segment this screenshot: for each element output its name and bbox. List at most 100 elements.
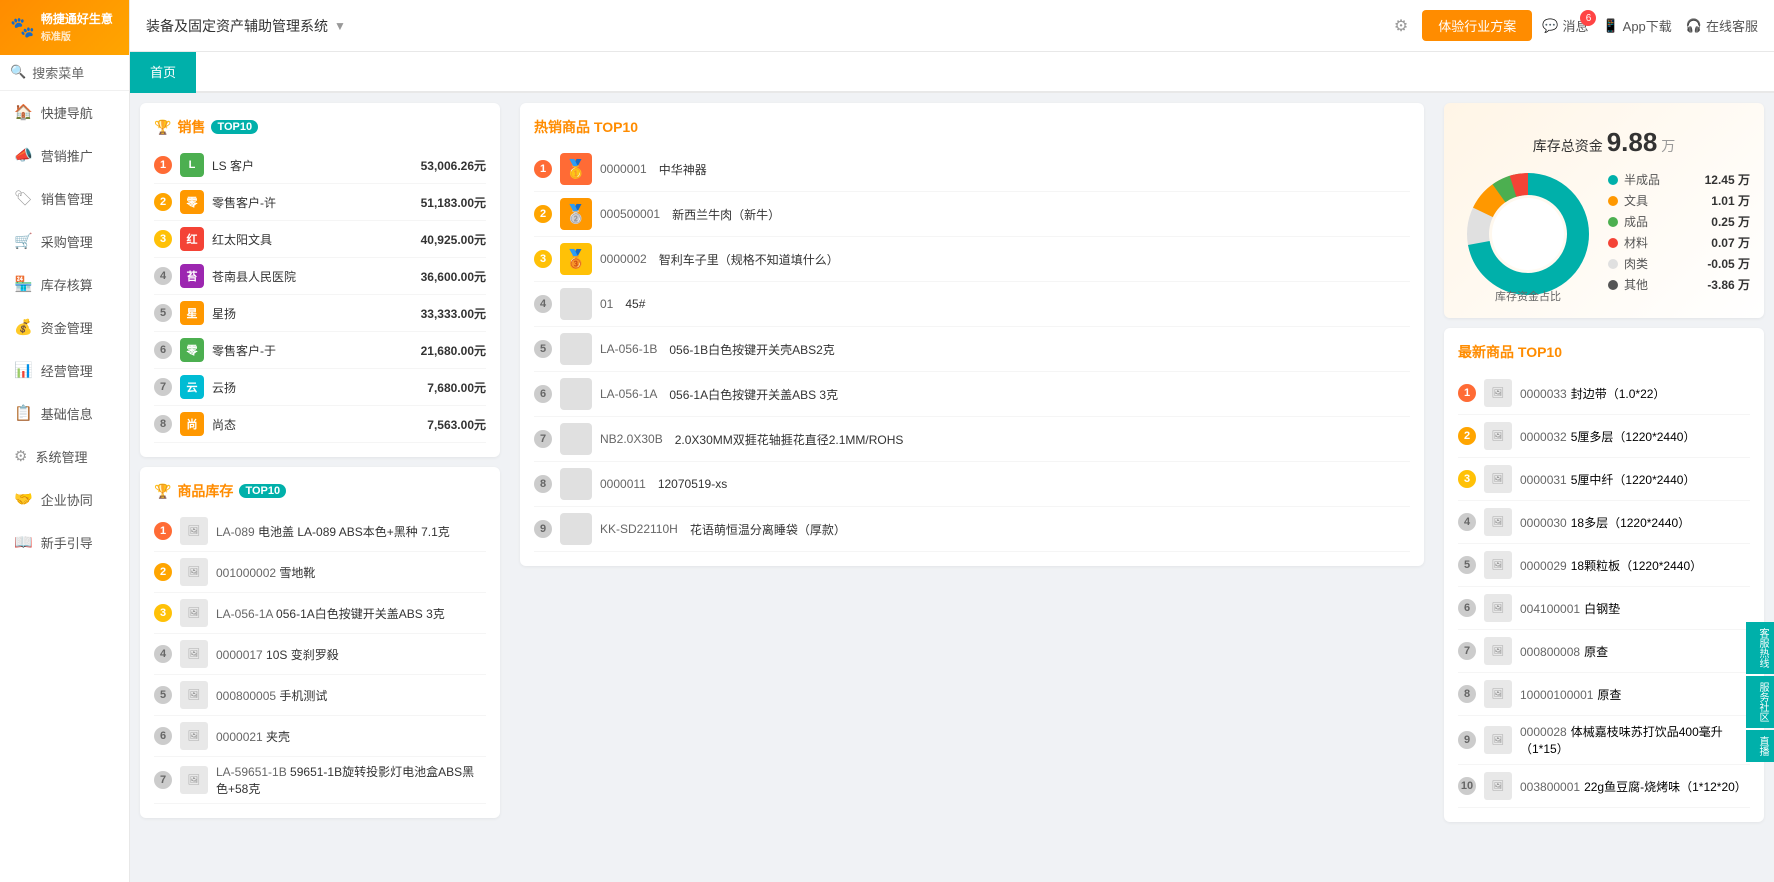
- product-thumb: 🖼: [180, 722, 208, 750]
- msg-btn[interactable]: 💬 消息 6: [1542, 16, 1588, 35]
- list-item: 5 🖼 000800005 手机测试: [154, 675, 486, 716]
- latest-products-title: 最新商品 TOP10: [1458, 342, 1750, 362]
- product-name: 12070519-xs: [658, 477, 727, 491]
- list-item: 3 🖼 LA-056-1A 056-1A白色按键开关盖ABS 3克: [154, 593, 486, 634]
- rank-num: 7: [1458, 642, 1476, 660]
- latest-product-item: 2 🖼 00000325厘多层（1220*2440）: [1458, 415, 1750, 458]
- product-thumb: [560, 378, 592, 410]
- customer-value: 40,925.00元: [421, 231, 486, 248]
- latest-product-item: 10 🖼 00380000122g鱼豆腐-烧烤味（1*12*20）: [1458, 765, 1750, 808]
- customer-value: 7,680.00元: [427, 379, 486, 396]
- nav-icon-operations: 📊: [14, 361, 33, 379]
- system-dropdown[interactable]: ▼: [334, 19, 346, 33]
- product-code: LA-056-1A: [600, 387, 657, 401]
- float-btn-service[interactable]: 客服热线: [1746, 622, 1774, 674]
- legend-name: 肉类: [1624, 255, 1701, 272]
- product-info: 001000002 雪地靴: [216, 564, 486, 581]
- product-name: 智利车子里（规格不知道填什么）: [659, 251, 839, 268]
- sidebar-item-system[interactable]: ⚙ 系统管理: [0, 435, 129, 478]
- legend-dot: [1608, 238, 1618, 248]
- sidebar-item-label: 采购管理: [41, 232, 93, 251]
- search-menu[interactable]: 🔍 搜索菜单: [0, 55, 129, 91]
- sidebar-item-finance[interactable]: 💰 资金管理: [0, 306, 129, 349]
- list-item: 7 云 云扬 7,680.00元: [154, 369, 486, 406]
- rank-num: 3: [1458, 470, 1476, 488]
- product-info: LA-056-1A 056-1A白色按键开关盖ABS 3克: [216, 605, 486, 622]
- topbar-right: 💬 消息 6 📱 App下载 🎧 在线客服: [1542, 16, 1758, 35]
- hot-product-item: 3 🥉 0000002 智利车子里（规格不知道填什么）: [534, 237, 1410, 282]
- latest-product-item: 8 🖼 10000100001原查: [1458, 673, 1750, 716]
- product-code: 000500001: [600, 207, 660, 221]
- gear-icon[interactable]: ⚙: [1394, 16, 1408, 36]
- sidebar-item-basics[interactable]: 📋 基础信息: [0, 392, 129, 435]
- msg-icon: 💬: [1542, 18, 1558, 34]
- sidebar-item-label: 销售管理: [41, 189, 93, 208]
- legend-val: 0.07 万: [1711, 234, 1750, 251]
- float-btn-community[interactable]: 服务社区: [1746, 676, 1774, 728]
- tab-home[interactable]: 首页: [130, 52, 196, 93]
- latest-product-item: 7 🖼 000800008原查: [1458, 630, 1750, 673]
- product-code: 01: [600, 297, 613, 311]
- legend-item: 肉类 -0.05 万: [1608, 255, 1750, 272]
- product-thumb: 🖼: [180, 517, 208, 545]
- sidebar-item-operations[interactable]: 📊 经营管理: [0, 349, 129, 392]
- legend-val: -3.86 万: [1707, 276, 1750, 293]
- customer-value: 53,006.26元: [421, 157, 486, 174]
- inventory-top-title: 🏆 商品库存 TOP10: [154, 481, 486, 501]
- product-info: 000003018多层（1220*2440）: [1520, 514, 1690, 531]
- rank-num: 3: [534, 250, 552, 268]
- nav-icon-sales: 🏷: [14, 189, 33, 207]
- sidebar-item-guide[interactable]: 📖 新手引导: [0, 521, 129, 564]
- product-thumb: 🖼: [1484, 772, 1512, 800]
- rank-num: 9: [1458, 731, 1476, 749]
- avatar: 尚: [180, 412, 204, 436]
- trial-btn[interactable]: 体验行业方案: [1422, 10, 1532, 41]
- sidebar-item-sales[interactable]: 🏷 销售管理: [0, 177, 129, 220]
- rank-num: 6: [1458, 599, 1476, 617]
- sidebar-item-quick-nav[interactable]: 🏠 快捷导航: [0, 91, 129, 134]
- avatar: 云: [180, 375, 204, 399]
- list-item: 1 L LS 客户 53,006.26元: [154, 147, 486, 184]
- inventory-legend: 半成品 12.45 万 文具 1.01 万 成品 0: [1608, 171, 1750, 297]
- nav-icon-inventory: 🏪: [14, 275, 33, 293]
- online-service-btn[interactable]: 🎧 在线客服: [1686, 16, 1758, 35]
- nav-icon-purchase: 🛒: [14, 232, 33, 250]
- legend-val: -0.05 万: [1707, 255, 1750, 272]
- product-info: LA-59651-1B 59651-1B旋转投影灯电池盒ABS黑色+58克: [216, 763, 486, 797]
- list-item: 7 🖼 LA-59651-1B 59651-1B旋转投影灯电池盒ABS黑色+58…: [154, 757, 486, 804]
- sidebar-logo: 🐾 畅捷通好生意 标准版: [0, 0, 129, 55]
- nav-icon-enterprise: 🤝: [14, 490, 33, 508]
- hot-product-item: 7 NB2.0X30B 2.0X30MM双捱花轴捱花直径2.1MM/ROHS: [534, 417, 1410, 462]
- sidebar-item-purchase[interactable]: 🛒 采购管理: [0, 220, 129, 263]
- rank-num: 1: [154, 522, 172, 540]
- sidebar-item-enterprise[interactable]: 🤝 企业协同: [0, 478, 129, 521]
- sidebar-item-marketing[interactable]: 📣 营销推广: [0, 134, 129, 177]
- legend-val: 0.25 万: [1711, 213, 1750, 230]
- list-item: 4 🖼 0000017 10S 变刹罗殺: [154, 634, 486, 675]
- legend-name: 成品: [1624, 213, 1705, 230]
- rank-num: 4: [154, 645, 172, 663]
- customer-name: LS 客户: [212, 157, 413, 174]
- float-btn-live[interactable]: 直播: [1746, 730, 1774, 762]
- customer-name: 红太阳文具: [212, 231, 413, 248]
- rank-num: 2: [1458, 427, 1476, 445]
- product-info: 00000325厘多层（1220*2440）: [1520, 428, 1695, 445]
- rank-num: 7: [154, 378, 172, 396]
- legend-item: 成品 0.25 万: [1608, 213, 1750, 230]
- top-customers-list: 1 L LS 客户 53,006.26元 2 零 零售客户-许 51,183.0…: [154, 147, 486, 443]
- customer-name: 星扬: [212, 305, 413, 322]
- hot-product-item: 1 🥇 0000001 中华神器: [534, 147, 1410, 192]
- col-right: 库存总资金 9.88 万: [1434, 93, 1774, 882]
- legend-item: 文具 1.01 万: [1608, 192, 1750, 209]
- list-item: 4 苔 苍南县人民医院 36,600.00元: [154, 258, 486, 295]
- latest-product-item: 5 🖼 000002918颗粒板（1220*2440）: [1458, 544, 1750, 587]
- inventory-top-card: 🏆 商品库存 TOP10 1 🖼 LA-089 电池盖 LA-089 ABS本色…: [140, 467, 500, 818]
- product-info: 00380000122g鱼豆腐-烧烤味（1*12*20）: [1520, 778, 1747, 795]
- float-buttons: 客服热线 服务社区 直播: [1746, 622, 1774, 762]
- rank-num: 4: [534, 295, 552, 313]
- top-customers-card: 🏆 销售 TOP10 1 L LS 客户 53,006.26元 2: [140, 103, 500, 457]
- nav-icon-system: ⚙: [14, 447, 27, 465]
- app-download-btn[interactable]: 📱 App下载: [1602, 16, 1671, 35]
- sidebar-item-inventory[interactable]: 🏪 库存核算: [0, 263, 129, 306]
- rank-num: 1: [1458, 384, 1476, 402]
